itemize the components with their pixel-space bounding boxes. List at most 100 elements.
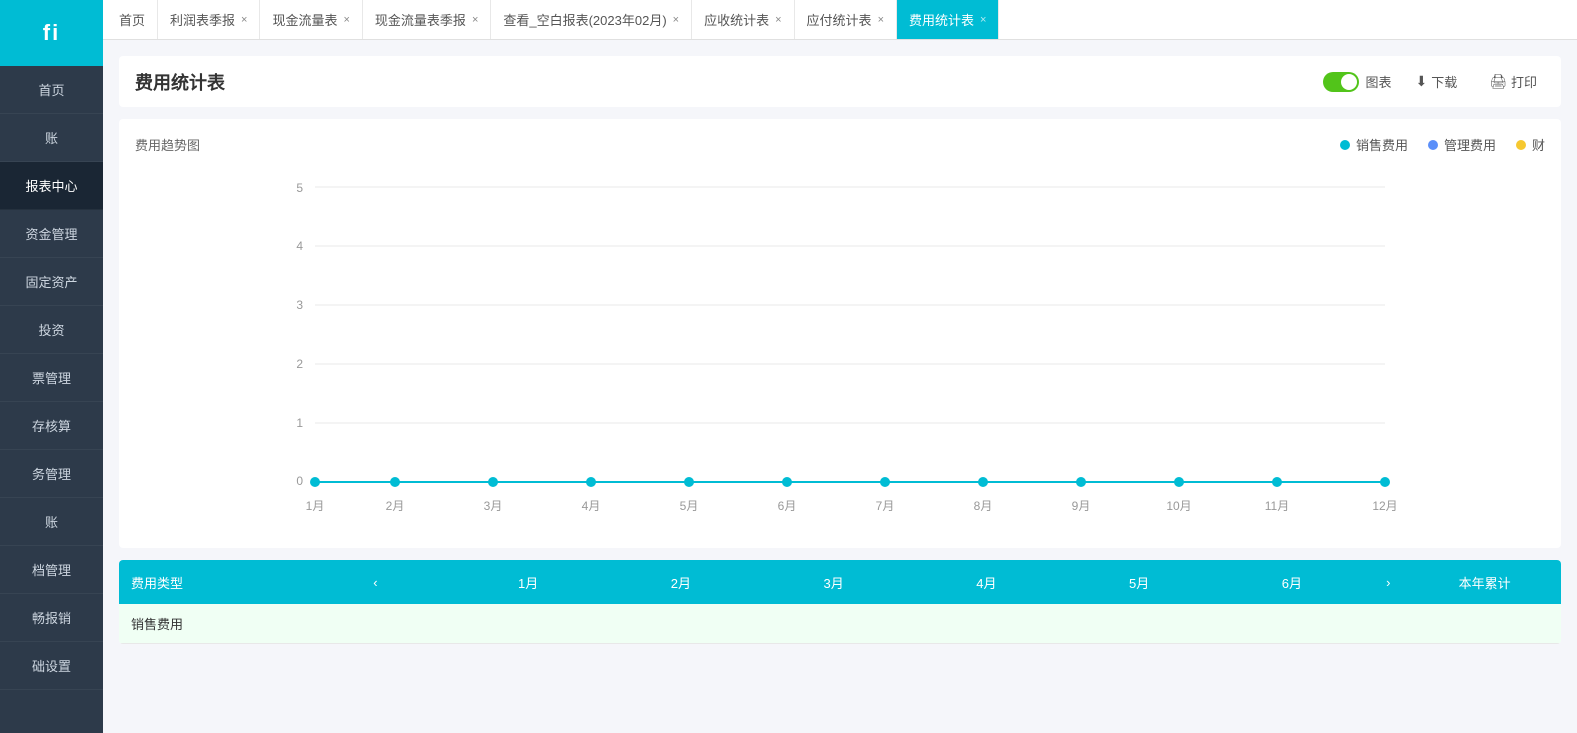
tab-cashflow-q[interactable]: 现金流量表季报 ×: [363, 0, 491, 40]
table-row: 销售费用: [119, 604, 1561, 644]
chart-title: 费用趋势图: [135, 135, 200, 154]
tab-receivable[interactable]: 应收统计表 ×: [692, 0, 794, 40]
legend-label-admin: 管理费用: [1444, 135, 1496, 154]
data-point-2: [390, 477, 400, 487]
svg-text:2月: 2月: [386, 499, 405, 513]
chart-svg: 5 4 3 2 1 0: [135, 162, 1545, 532]
header-actions: 图表 ⬇ 下载 🖨 打印: [1323, 68, 1545, 95]
tab-close-cashflow-q[interactable]: ×: [472, 14, 478, 26]
svg-text:4月: 4月: [582, 499, 601, 513]
prev-arrow-icon[interactable]: ‹: [373, 575, 377, 590]
svg-text:7月: 7月: [876, 499, 895, 513]
sidebar-item-funds[interactable]: 资金管理: [0, 210, 103, 258]
download-icon: ⬇: [1415, 73, 1427, 90]
tab-payable[interactable]: 应付统计表 ×: [795, 0, 897, 40]
col-month4: 4月: [910, 573, 1063, 592]
legend-finance: 财: [1516, 135, 1545, 154]
tab-blank-report[interactable]: 查看_空白报表(2023年02月) ×: [491, 0, 692, 40]
col-type-label: 费用类型: [131, 573, 183, 592]
svg-text:6月: 6月: [778, 499, 797, 513]
svg-text:12月: 12月: [1372, 499, 1397, 513]
legend-admin: 管理费用: [1428, 135, 1496, 154]
svg-text:1月: 1月: [306, 499, 325, 513]
sidebar-item-assets[interactable]: 固定资产: [0, 258, 103, 306]
tab-close-cashflow[interactable]: ×: [343, 14, 349, 26]
tab-close-expense[interactable]: ×: [980, 14, 986, 26]
sidebar-item-archive[interactable]: 档管理: [0, 546, 103, 594]
col-yearly: 本年累计: [1408, 573, 1561, 592]
sidebar-item-expense[interactable]: 畅报销: [0, 594, 103, 642]
col-nav-prev[interactable]: ‹: [299, 575, 452, 590]
svg-text:11月: 11月: [1265, 499, 1289, 513]
sidebar-item-ledger[interactable]: 账: [0, 498, 103, 546]
print-icon: 🖨: [1489, 73, 1507, 90]
legend-dot-admin: [1428, 140, 1438, 150]
chart-toggle-wrapper: 图表: [1323, 72, 1391, 92]
svg-text:1: 1: [296, 416, 303, 430]
content-area: 费用统计表 图表 ⬇ 下载 🖨 打印 费用趋势图: [103, 40, 1577, 733]
sidebar-item-invest[interactable]: 投资: [0, 306, 103, 354]
tab-home[interactable]: 首页: [107, 0, 158, 40]
tab-close-payable[interactable]: ×: [878, 14, 884, 26]
row-type-sales: 销售费用: [119, 614, 299, 633]
svg-text:0: 0: [296, 474, 303, 488]
svg-text:5月: 5月: [680, 499, 699, 513]
sidebar-item-tickets[interactable]: 票管理: [0, 354, 103, 402]
main-area: 首页 利润表季报 × 现金流量表 × 现金流量表季报 × 查看_空白报表(202…: [103, 0, 1577, 733]
svg-text:2: 2: [296, 357, 303, 371]
sidebar-item-reports[interactable]: 报表中心: [0, 162, 103, 210]
next-arrow-icon[interactable]: ›: [1386, 575, 1390, 590]
legend-dot-sales: [1340, 140, 1350, 150]
svg-text:8月: 8月: [974, 499, 993, 513]
data-point-11: [1272, 477, 1282, 487]
col-month1: 1月: [452, 573, 605, 592]
legend-sales: 销售费用: [1340, 135, 1408, 154]
svg-text:3: 3: [296, 298, 303, 312]
print-button[interactable]: 🖨 打印: [1481, 68, 1545, 95]
tab-cashflow[interactable]: 现金流量表 ×: [260, 0, 362, 40]
tab-close-receivable[interactable]: ×: [775, 14, 781, 26]
tab-profit[interactable]: 利润表季报 ×: [158, 0, 260, 40]
chart-legend: 销售费用 管理费用 财: [1340, 135, 1545, 154]
data-point-1: [310, 477, 320, 487]
data-point-10: [1174, 477, 1184, 487]
data-point-3: [488, 477, 498, 487]
sidebar-item-service[interactable]: 务管理: [0, 450, 103, 498]
svg-text:10月: 10月: [1166, 499, 1191, 513]
tab-bar: 首页 利润表季报 × 现金流量表 × 现金流量表季报 × 查看_空白报表(202…: [103, 0, 1577, 40]
toggle-label: 图表: [1365, 72, 1391, 91]
page-title: 费用统计表: [135, 69, 225, 95]
sidebar-item-home[interactable]: 首页: [0, 66, 103, 114]
chart-toggle[interactable]: [1323, 72, 1359, 92]
table-header: 费用类型 ‹ 1月 2月 3月 4月 5月 6月 › 本年累计: [119, 560, 1561, 604]
app-logo: fi: [0, 0, 103, 66]
col-month6: 6月: [1216, 573, 1369, 592]
data-point-6: [782, 477, 792, 487]
data-point-7: [880, 477, 890, 487]
svg-text:4: 4: [296, 239, 303, 253]
col-nav-next[interactable]: ›: [1368, 575, 1408, 590]
tab-close-blank-report[interactable]: ×: [673, 14, 679, 26]
data-point-8: [978, 477, 988, 487]
legend-label-finance: 财: [1532, 135, 1545, 154]
sidebar-item-inventory[interactable]: 存核算: [0, 402, 103, 450]
tab-close-profit[interactable]: ×: [241, 14, 247, 26]
svg-text:9月: 9月: [1072, 499, 1091, 513]
page-header: 费用统计表 图表 ⬇ 下载 🖨 打印: [119, 56, 1561, 107]
data-point-4: [586, 477, 596, 487]
tab-expense[interactable]: 费用统计表 ×: [897, 0, 999, 40]
sidebar-item-settings[interactable]: 础设置: [0, 642, 103, 690]
data-point-12: [1380, 477, 1390, 487]
chart-header: 费用趋势图 销售费用 管理费用 财: [135, 135, 1545, 154]
col-month5: 5月: [1063, 573, 1216, 592]
data-point-9: [1076, 477, 1086, 487]
data-table: 费用类型 ‹ 1月 2月 3月 4月 5月 6月 › 本年累计 销售费用: [119, 560, 1561, 644]
chart-card: 费用趋势图 销售费用 管理费用 财: [119, 119, 1561, 548]
sidebar-item-account[interactable]: 账: [0, 114, 103, 162]
sidebar: fi 首页 账 报表中心 资金管理 固定资产 投资 票管理 存核算 务管理 账 …: [0, 0, 103, 733]
legend-dot-finance: [1516, 140, 1526, 150]
download-button[interactable]: ⬇ 下载: [1407, 68, 1465, 95]
legend-label-sales: 销售费用: [1356, 135, 1408, 154]
col-month3: 3月: [757, 573, 910, 592]
print-label: 打印: [1511, 72, 1537, 91]
